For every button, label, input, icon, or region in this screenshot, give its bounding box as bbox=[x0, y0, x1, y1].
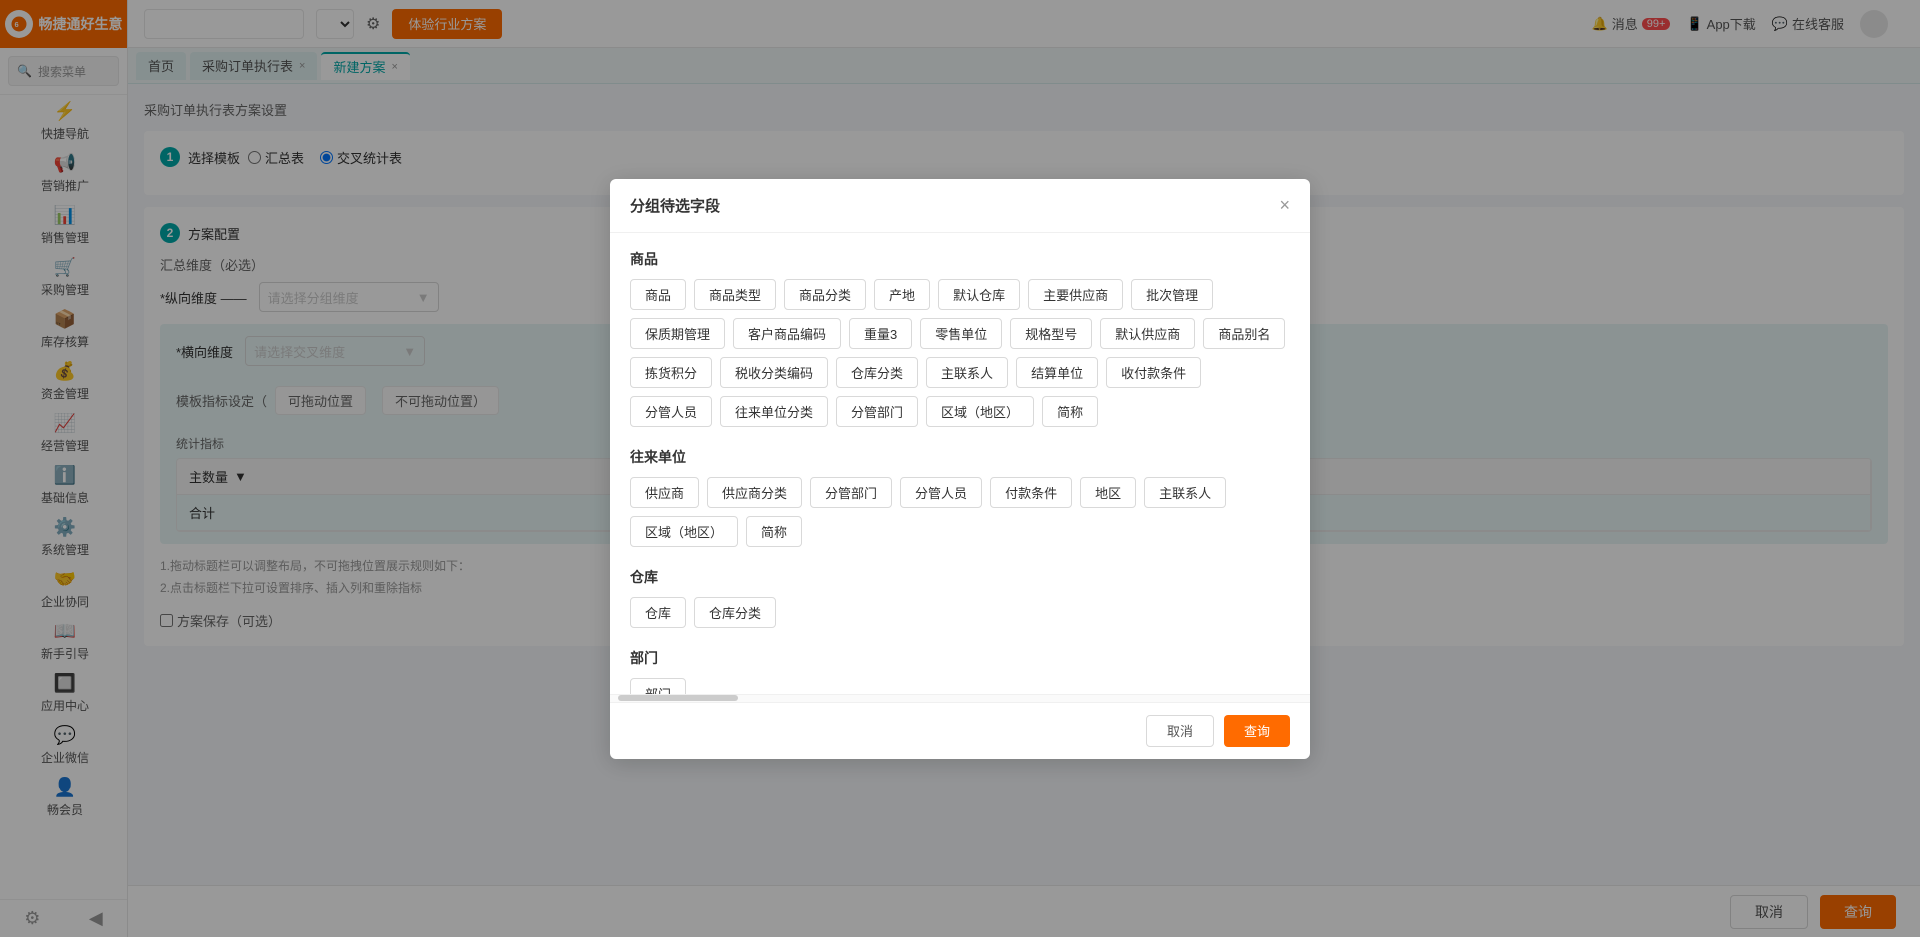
field-chip[interactable]: 区域（地区） bbox=[630, 516, 738, 547]
field-chip[interactable]: 批次管理 bbox=[1131, 279, 1213, 310]
field-chip[interactable]: 客户商品编码 bbox=[733, 318, 841, 349]
field-chip[interactable]: 供应商 bbox=[630, 477, 699, 508]
field-chip[interactable]: 重量3 bbox=[849, 318, 912, 349]
field-chip[interactable]: 商品分类 bbox=[784, 279, 866, 310]
field-chip[interactable]: 零售单位 bbox=[920, 318, 1002, 349]
field-chip[interactable]: 区域（地区） bbox=[926, 396, 1034, 427]
field-list-warehouse: 仓库 仓库分类 bbox=[630, 597, 1290, 628]
modal-overlay[interactable]: 分组待选字段 × 商品 商品 商品类型 商品分类 产地 默认仓库 主要供应商 批… bbox=[0, 0, 1920, 937]
field-group-partner: 往来单位 供应商 供应商分类 分管部门 分管人员 付款条件 地区 主联系人 区域… bbox=[630, 447, 1290, 547]
field-list-partner: 供应商 供应商分类 分管部门 分管人员 付款条件 地区 主联系人 区域（地区） … bbox=[630, 477, 1290, 547]
modal-title: 分组待选字段 bbox=[630, 195, 720, 216]
field-group-department: 部门 部门 bbox=[630, 648, 1290, 694]
field-chip[interactable]: 规格型号 bbox=[1010, 318, 1092, 349]
field-chip[interactable]: 商品别名 bbox=[1203, 318, 1285, 349]
field-chip[interactable]: 分管人员 bbox=[900, 477, 982, 508]
field-list-goods: 商品 商品类型 商品分类 产地 默认仓库 主要供应商 批次管理 保质期管理 客户… bbox=[630, 279, 1290, 427]
field-chip[interactable]: 主联系人 bbox=[1144, 477, 1226, 508]
field-chip[interactable]: 商品 bbox=[630, 279, 686, 310]
field-chip[interactable]: 商品类型 bbox=[694, 279, 776, 310]
modal-header: 分组待选字段 × bbox=[610, 179, 1310, 233]
field-chip[interactable]: 供应商分类 bbox=[707, 477, 802, 508]
field-chip[interactable]: 地区 bbox=[1080, 477, 1136, 508]
field-chip[interactable]: 仓库分类 bbox=[694, 597, 776, 628]
field-chip[interactable]: 简称 bbox=[1042, 396, 1098, 427]
field-chip[interactable]: 税收分类编码 bbox=[720, 357, 828, 388]
modal-close-button[interactable]: × bbox=[1279, 195, 1290, 216]
field-chip[interactable]: 付款条件 bbox=[990, 477, 1072, 508]
field-chip[interactable]: 分管人员 bbox=[630, 396, 712, 427]
field-list-department: 部门 bbox=[630, 678, 1290, 694]
modal-body: 商品 商品 商品类型 商品分类 产地 默认仓库 主要供应商 批次管理 保质期管理… bbox=[610, 233, 1310, 694]
field-chip[interactable]: 产地 bbox=[874, 279, 930, 310]
field-group-goods: 商品 商品 商品类型 商品分类 产地 默认仓库 主要供应商 批次管理 保质期管理… bbox=[630, 249, 1290, 427]
field-group-partner-title: 往来单位 bbox=[630, 447, 1290, 467]
field-chip[interactable]: 分管部门 bbox=[836, 396, 918, 427]
field-chip[interactable]: 主联系人 bbox=[926, 357, 1008, 388]
field-chip[interactable]: 主要供应商 bbox=[1028, 279, 1123, 310]
field-group-warehouse: 仓库 仓库 仓库分类 bbox=[630, 567, 1290, 628]
modal-hscroll-thumb bbox=[618, 695, 738, 701]
field-select-modal: 分组待选字段 × 商品 商品 商品类型 商品分类 产地 默认仓库 主要供应商 批… bbox=[610, 179, 1310, 759]
field-chip[interactable]: 结算单位 bbox=[1016, 357, 1098, 388]
modal-confirm-button[interactable]: 查询 bbox=[1224, 715, 1290, 747]
field-group-goods-title: 商品 bbox=[630, 249, 1290, 269]
field-chip[interactable]: 往来单位分类 bbox=[720, 396, 828, 427]
field-chip[interactable]: 保质期管理 bbox=[630, 318, 725, 349]
field-chip[interactable]: 简称 bbox=[746, 516, 802, 547]
field-chip[interactable]: 部门 bbox=[630, 678, 686, 694]
modal-cancel-button[interactable]: 取消 bbox=[1146, 715, 1214, 747]
field-chip[interactable]: 默认供应商 bbox=[1100, 318, 1195, 349]
field-chip[interactable]: 仓库分类 bbox=[836, 357, 918, 388]
field-chip[interactable]: 分管部门 bbox=[810, 477, 892, 508]
field-chip[interactable]: 默认仓库 bbox=[938, 279, 1020, 310]
modal-horizontal-scrollbar[interactable] bbox=[610, 694, 1310, 702]
field-chip[interactable]: 仓库 bbox=[630, 597, 686, 628]
field-chip[interactable]: 拣货积分 bbox=[630, 357, 712, 388]
field-group-warehouse-title: 仓库 bbox=[630, 567, 1290, 587]
field-chip[interactable]: 收付款条件 bbox=[1106, 357, 1201, 388]
field-group-department-title: 部门 bbox=[630, 648, 1290, 668]
modal-footer: 取消 查询 bbox=[610, 702, 1310, 759]
